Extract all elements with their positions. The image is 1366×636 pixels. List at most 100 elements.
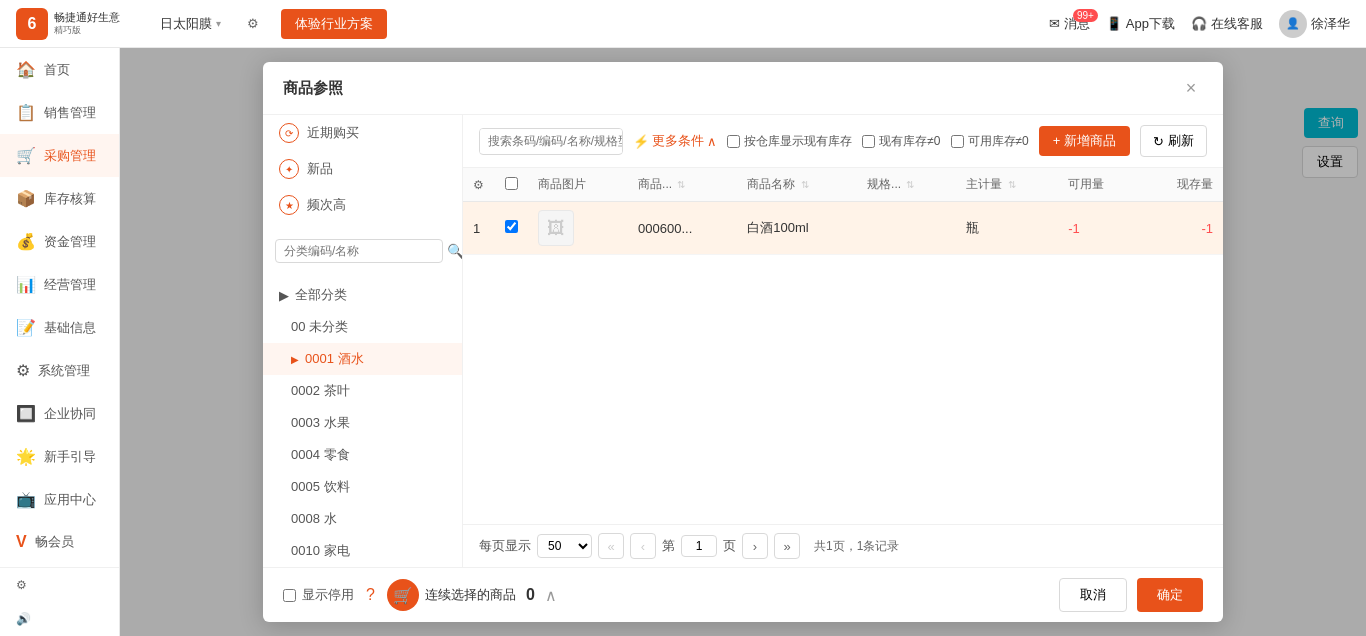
quick-recent-purchases[interactable]: ⟳ 近期购买 (263, 115, 462, 151)
experience-button[interactable]: 体验行业方案 (281, 9, 387, 39)
content-area: 商品参照 × ⟳ 近期购买 ✦ 新品 (120, 48, 1366, 636)
next-page-button[interactable]: › (742, 533, 768, 559)
show-disabled-checkbox[interactable] (283, 589, 296, 602)
warehouse-stock-checkbox[interactable] (727, 135, 740, 148)
more-conditions-btn[interactable]: ⚡ 更多条件 ∧ (633, 132, 717, 150)
category-fruit-label: 0003 水果 (291, 414, 350, 432)
show-disabled-check[interactable]: 显示停用 (283, 586, 354, 604)
category-alcohol-label: 0001 酒水 (305, 350, 364, 368)
category-appliance[interactable]: 0010 家电 (263, 535, 462, 567)
user-area[interactable]: 👤 徐泽华 (1279, 10, 1350, 38)
category-uncategorized[interactable]: 00 未分类 (263, 311, 462, 343)
product-table-wrap: ⚙ 商品图片 (463, 168, 1223, 524)
sidebar-item-collab[interactable]: 🔲 企业协同 (0, 392, 119, 435)
modal-footer: 显示停用 ? 🛒 连续选择的商品 0 ∧ 取消 确定 (263, 567, 1223, 622)
footer-action-buttons: 取消 确定 (1059, 578, 1203, 612)
last-page-button[interactable]: » (774, 533, 800, 559)
cart-summary[interactable]: 🛒 连续选择的商品 0 ∧ (387, 579, 557, 611)
collapse-arrow-icon: ∧ (707, 134, 717, 149)
warehouse-stock-label: 按仓库显示现有库存 (744, 133, 852, 150)
modal-close-button[interactable]: × (1179, 76, 1203, 100)
gear-icon: ⚙ (247, 16, 259, 31)
category-search-input[interactable] (275, 239, 443, 263)
username: 徐泽华 (1311, 15, 1350, 33)
available-stock-checkbox[interactable] (951, 135, 964, 148)
category-alcohol[interactable]: ▶ 0001 酒水 (263, 343, 462, 375)
prev-page-button[interactable]: ‹ (630, 533, 656, 559)
product-table: ⚙ 商品图片 (463, 168, 1223, 255)
category-tea[interactable]: 0002 茶叶 (263, 375, 462, 407)
sidebar-item-sales[interactable]: 📋 销售管理 (0, 91, 119, 134)
product-search-input[interactable] (480, 129, 623, 153)
image-placeholder-icon: 🖼 (547, 218, 565, 239)
col-settings-icon: ⚙ (473, 178, 484, 192)
gear-icon-btn[interactable]: ⚙ (237, 8, 269, 40)
table-header-row: ⚙ 商品图片 (463, 168, 1223, 202)
sidebar-item-operations[interactable]: 📊 经营管理 (0, 263, 119, 306)
sidebar-item-system-label: 系统管理 (38, 362, 90, 380)
cart-collapse-icon[interactable]: ∧ (545, 586, 557, 605)
row-checkbox[interactable] (495, 202, 528, 255)
category-all[interactable]: ▶ 全部分类 (263, 279, 462, 311)
sidebar-volume-btn[interactable]: 🔊 (0, 602, 119, 636)
category-fruit[interactable]: 0003 水果 (263, 407, 462, 439)
current-stock-checkbox[interactable] (862, 135, 875, 148)
check-warehouse-stock[interactable]: 按仓库显示现有库存 (727, 133, 852, 150)
cart-count: 0 (526, 586, 535, 604)
col-code[interactable]: 商品... ⇅ (628, 168, 737, 202)
col-settings[interactable]: ⚙ (463, 168, 495, 202)
store-arrow-icon: ▾ (216, 18, 221, 29)
sidebar-item-apps[interactable]: 📺 应用中心 (0, 478, 119, 521)
refresh-button[interactable]: ↻ 刷新 (1140, 125, 1207, 157)
sidebar-item-guide-label: 新手引导 (44, 448, 96, 466)
page-size-select[interactable]: 50 20 100 (537, 534, 592, 558)
sidebar: 🏠 首页 📋 销售管理 🛒 采购管理 📦 库存核算 💰 资金管理 📊 经营管理 … (0, 48, 120, 636)
col-stock: 现存量 (1141, 168, 1223, 202)
quick-new-products[interactable]: ✦ 新品 (263, 151, 462, 187)
col-image-label: 商品图片 (538, 177, 586, 191)
modal-title: 商品参照 (283, 79, 343, 98)
sidebar-settings-btn[interactable]: ⚙ (0, 568, 119, 602)
app-download-btn[interactable]: 📱 App下载 (1106, 15, 1175, 33)
message-icon: ✉ (1049, 16, 1060, 31)
category-water[interactable]: 0008 水 (263, 503, 462, 535)
category-search-icon[interactable]: 🔍 (447, 243, 463, 259)
more-conditions-label: 更多条件 (652, 132, 704, 150)
sidebar-item-member[interactable]: V 畅会员 (0, 521, 119, 563)
sidebar-item-purchase[interactable]: 🛒 采购管理 (0, 134, 119, 177)
sidebar-item-home[interactable]: 🏠 首页 (0, 48, 119, 91)
sidebar-item-inventory[interactable]: 📦 库存核算 (0, 177, 119, 220)
modal-overlay: 商品参照 × ⟳ 近期购买 ✦ 新品 (120, 48, 1366, 636)
confirm-button[interactable]: 确定 (1137, 578, 1203, 612)
store-selector[interactable]: 日太阳膜 ▾ (152, 11, 229, 37)
add-product-button[interactable]: + 新增商品 (1039, 126, 1130, 156)
sidebar-item-system[interactable]: ⚙ 系统管理 (0, 349, 119, 392)
category-beverage[interactable]: 0005 饮料 (263, 471, 462, 503)
check-current-stock[interactable]: 现有库存≠0 (862, 133, 940, 150)
page-number-input[interactable] (681, 535, 717, 557)
show-disabled-label: 显示停用 (302, 586, 354, 604)
check-available-stock[interactable]: 可用库存≠0 (951, 133, 1029, 150)
select-all-checkbox[interactable] (505, 177, 518, 190)
quick-high-freq[interactable]: ★ 频次高 (263, 187, 462, 223)
col-spec[interactable]: 规格... ⇅ (857, 168, 956, 202)
col-name[interactable]: 商品名称 ⇅ (737, 168, 857, 202)
sidebar-item-finance[interactable]: 💰 资金管理 (0, 220, 119, 263)
messages-btn[interactable]: ✉ 消息 99+ (1049, 15, 1090, 33)
category-uncategorized-label: 00 未分类 (291, 318, 348, 336)
help-icon[interactable]: ? (366, 586, 375, 604)
sidebar-item-guide[interactable]: 🌟 新手引导 (0, 435, 119, 478)
col-unit[interactable]: 主计量 ⇅ (956, 168, 1058, 202)
name-sort-icon: ⇅ (801, 179, 809, 190)
category-snack[interactable]: 0004 零食 (263, 439, 462, 471)
collab-icon: 🔲 (16, 404, 36, 423)
col-code-label: 商品... (638, 177, 672, 191)
online-service-btn[interactable]: 🎧 在线客服 (1191, 15, 1263, 33)
first-page-button[interactable]: « (598, 533, 624, 559)
sidebar-item-base-info[interactable]: 📝 基础信息 (0, 306, 119, 349)
row-select-checkbox[interactable] (505, 220, 518, 233)
cancel-button[interactable]: 取消 (1059, 578, 1127, 612)
sidebar-item-member-label: 畅会员 (35, 533, 74, 551)
table-row[interactable]: 1 🖼 (463, 202, 1223, 255)
logo-area: 6 畅捷通好生意 精巧版 (16, 8, 136, 40)
